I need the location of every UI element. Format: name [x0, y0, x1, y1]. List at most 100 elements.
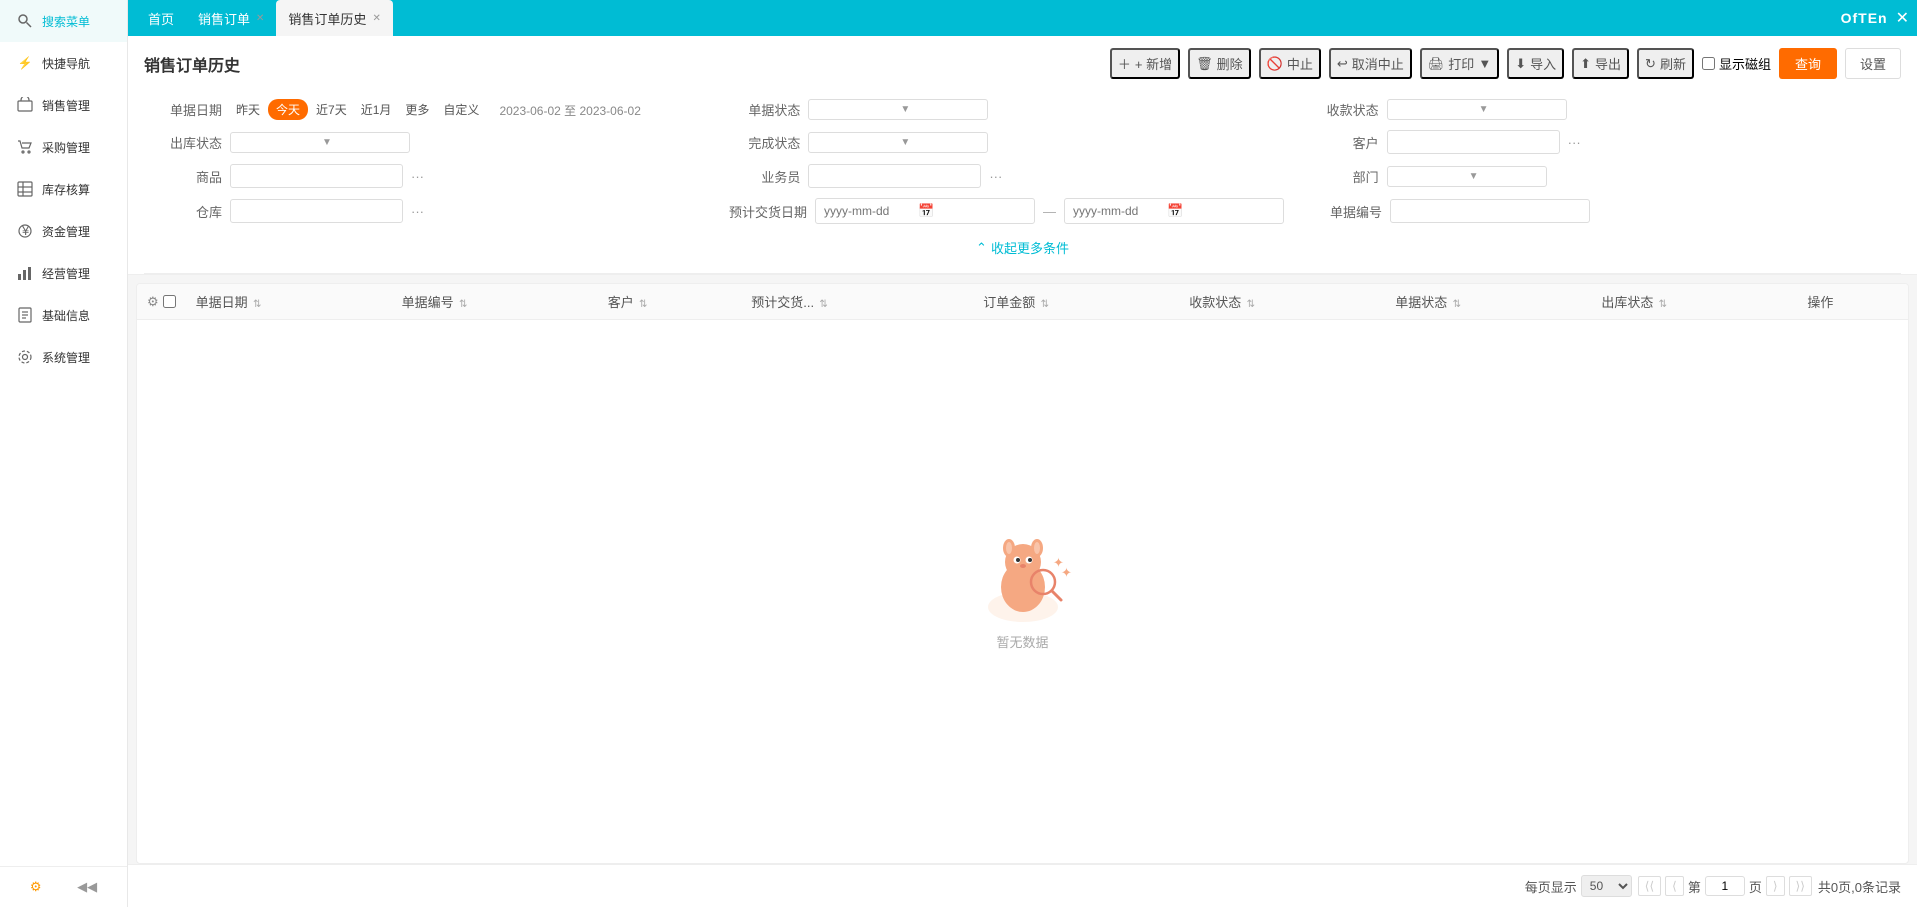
sidebar-item-purchase[interactable]: 采购管理 [0, 126, 127, 168]
base-info-icon [16, 306, 34, 324]
print-icon: 🖨 [1428, 56, 1445, 72]
stop-button[interactable]: 🚫 中止 [1259, 48, 1321, 79]
empty-text: 暂无数据 [996, 632, 1048, 651]
import-button[interactable]: ⬇ 导入 [1507, 48, 1564, 79]
customer-dots-icon[interactable]: ··· [1568, 135, 1581, 150]
tab-sales-order-history-close[interactable]: ✕ [372, 13, 380, 24]
setting-button[interactable]: 设置 [1845, 48, 1901, 79]
topbar-close-button[interactable]: ✕ [1896, 8, 1909, 28]
sidebar-item-sales[interactable]: 销售管理 [0, 84, 127, 126]
calendar-end-icon[interactable]: 📅 [1167, 203, 1183, 219]
select-all-checkbox[interactable] [163, 295, 176, 308]
salesperson-dots-icon[interactable]: ··· [989, 169, 1002, 184]
delivery-sort-icon[interactable]: ⇅ [819, 299, 827, 310]
cancel-stop-icon: ↩ [1337, 56, 1348, 72]
header-payment-status: 收款状态 ⇅ [1179, 284, 1385, 320]
complete-status-label: 完成状态 [728, 133, 808, 152]
amount-sort-icon[interactable]: ⇅ [1041, 299, 1049, 310]
date-tabs: 昨天 今天 近7天 近1月 更多 自定义 [230, 99, 485, 120]
date-tab-yesterday[interactable]: 昨天 [230, 99, 266, 120]
sidebar-item-search[interactable]: 搜索菜单 [0, 0, 127, 42]
order-number-label: 单据编号 [1310, 202, 1390, 221]
date-tab-7days[interactable]: 近7天 [310, 99, 353, 120]
product-input[interactable] [230, 164, 403, 188]
sidebar-item-inventory[interactable]: 库存核算 [0, 168, 127, 210]
search-menu-icon [16, 12, 34, 30]
brand-label: OfTEn [1841, 10, 1888, 26]
warehouse-dots-icon[interactable]: ··· [411, 204, 424, 219]
salesperson-label: 业务员 [728, 167, 808, 186]
delivery-arrow-icon: ▼ [322, 137, 401, 148]
filter-row-1: 单据日期 昨天 今天 近7天 近1月 更多 自定义 2023-06-02 至 2… [160, 99, 1885, 120]
warehouse-input[interactable] [230, 199, 403, 223]
order-number-input[interactable] [1390, 199, 1590, 223]
salesperson-input[interactable] [808, 164, 981, 188]
date-tab-today[interactable]: 今天 [268, 99, 308, 120]
date-filter-value: 昨天 今天 近7天 近1月 更多 自定义 2023-06-02 至 2023-0… [230, 99, 728, 120]
current-page-input[interactable] [1705, 876, 1745, 896]
date-tab-1month[interactable]: 近1月 [355, 99, 398, 120]
sidebar-collapse-icon[interactable]: ◀◀ [77, 879, 97, 895]
refresh-button[interactable]: ↻ 刷新 [1637, 48, 1694, 79]
new-button[interactable]: ＋ + 新增 [1110, 48, 1180, 79]
last-page-button[interactable]: ⟩⟩ [1789, 876, 1812, 896]
product-dots-icon[interactable]: ··· [411, 169, 424, 184]
number-sort-icon[interactable]: ⇅ [459, 299, 467, 310]
tab-sales-order-close[interactable]: ✕ [256, 13, 264, 24]
sidebar-item-operation-label: 经营管理 [42, 265, 90, 282]
department-select[interactable]: ▼ [1387, 166, 1547, 187]
gear-settings-icon[interactable]: ⚙ [147, 294, 159, 310]
display-columns-toggle[interactable]: 显示磁组 [1702, 54, 1771, 73]
sidebar-item-sys-mgmt[interactable]: 系统管理 [0, 336, 127, 378]
delete-button[interactable]: 🗑 删除 [1188, 48, 1251, 79]
sidebar-item-finance[interactable]: ¥ 资金管理 [0, 210, 127, 252]
first-page-button[interactable]: ⟨⟨ [1638, 876, 1661, 896]
customer-sort-icon[interactable]: ⇅ [639, 299, 647, 310]
date-sort-icon[interactable]: ⇅ [253, 299, 261, 310]
sidebar-item-quick-nav[interactable]: ⚡ 快捷导航 [0, 42, 127, 84]
per-page-dropdown[interactable]: 50 10 20 100 [1581, 875, 1632, 897]
date-tab-more[interactable]: 更多 [399, 99, 435, 120]
warehouse-label: 仓库 [160, 202, 230, 221]
tab-sales-order-label: 销售订单 [198, 9, 250, 28]
header-delivery: 预计交货... ⇅ [741, 284, 973, 320]
order-status-select[interactable]: ▼ [808, 99, 988, 120]
date-tab-custom[interactable]: 自定义 [437, 99, 485, 120]
calendar-start-icon[interactable]: 📅 [918, 203, 934, 219]
customer-filter: ··· [1387, 130, 1885, 154]
payment-sort-icon[interactable]: ⇅ [1247, 299, 1255, 310]
complete-status-select[interactable]: ▼ [808, 132, 988, 153]
order-status-sort-icon[interactable]: ⇅ [1453, 299, 1461, 310]
tab-sales-order[interactable]: 销售订单 ✕ [186, 0, 276, 36]
page-nav: ⟨⟨ ⟨ 第 页 ⟩ ⟩⟩ [1638, 876, 1812, 896]
tab-home[interactable]: 首页 [136, 0, 186, 36]
header-order-status: 单据状态 ⇅ [1385, 284, 1591, 320]
delivery-date-start-input[interactable] [824, 204, 914, 218]
sidebar-item-base-info[interactable]: 基础信息 [0, 294, 127, 336]
filter-area: 单据日期 昨天 今天 近7天 近1月 更多 自定义 2023-06-02 至 2… [144, 89, 1901, 274]
header-number: 单据编号 ⇅ [392, 284, 598, 320]
customer-input[interactable] [1387, 130, 1560, 154]
sys-mgmt-icon [16, 348, 34, 366]
delete-icon: 🗑 [1196, 56, 1213, 72]
stock-sort-icon[interactable]: ⇅ [1659, 299, 1667, 310]
sidebar-item-purchase-label: 采购管理 [42, 139, 90, 156]
delivery-status-select[interactable]: ▼ [230, 132, 410, 153]
product-label: 商品 [160, 167, 230, 186]
cancel-stop-button[interactable]: ↩ 取消中止 [1329, 48, 1412, 79]
delivery-date-end-input[interactable] [1073, 204, 1163, 218]
prev-page-button[interactable]: ⟨ [1665, 876, 1684, 896]
query-button[interactable]: 查询 [1779, 48, 1837, 79]
print-button[interactable]: 🖨 打印 ▼ [1420, 48, 1499, 79]
tab-sales-order-history[interactable]: 销售订单历史 ✕ [276, 0, 392, 36]
collapse-conditions[interactable]: ⌃ 收起更多条件 [160, 234, 1885, 263]
sidebar-item-inventory-label: 库存核算 [42, 181, 90, 198]
display-columns-checkbox[interactable] [1702, 57, 1715, 70]
export-button[interactable]: ⬆ 导出 [1572, 48, 1629, 79]
payment-status-select[interactable]: ▼ [1387, 99, 1567, 120]
sidebar-item-operation[interactable]: 经营管理 [0, 252, 127, 294]
next-page-button[interactable]: ⟩ [1766, 876, 1785, 896]
chevron-up-icon: ⌃ [976, 240, 987, 256]
date-label: 单据日期 [160, 100, 230, 119]
sidebar-settings-icon[interactable]: ⚙ [30, 879, 42, 895]
